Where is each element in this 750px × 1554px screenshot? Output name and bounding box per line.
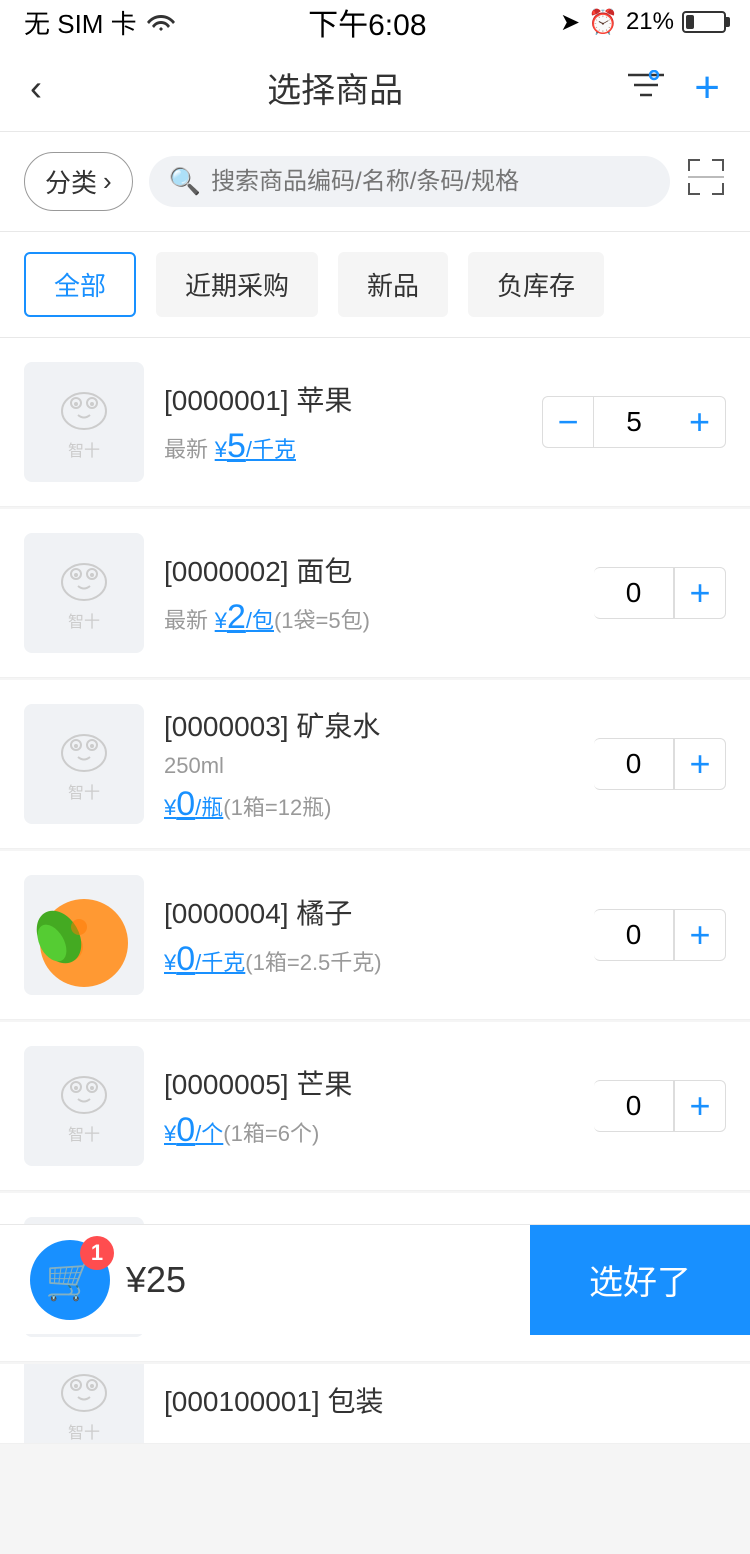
product-info-0000004: [0000004] 橘子 ¥0/千克(1箱=2.5千克) [164,892,574,979]
decrease-button[interactable]: − [542,396,594,448]
product-info-0000003: [0000003] 矿泉水 250ml ¥0/瓶(1箱=12瓶) [164,705,574,824]
search-icon: 🔍 [169,166,201,197]
list-item: [0000004] 橘子 ¥0/千克(1箱=2.5千克) + [0,851,750,1020]
nav-bar: ‹ 选择商品 + [0,44,750,132]
product-spec: 250ml [164,753,574,779]
list-item: 智十 [0000002] 面包 最新 ¥2/包(1袋=5包) + [0,509,750,678]
search-input[interactable] [211,168,650,196]
quantity-control-0000003: + [594,738,726,790]
product-image-partial: 智十 [24,1364,144,1444]
scan-icon[interactable] [686,157,726,206]
increase-button[interactable]: + [674,396,726,448]
quantity-control-0000004: + [594,909,726,961]
cart-total: ¥25 [126,1259,186,1301]
filter-bar: 分类 › 🔍 [0,132,750,232]
back-button[interactable]: ‹ [30,67,42,109]
product-image-0000001: 智十 [24,362,144,482]
quantity-input[interactable] [594,396,674,448]
quantity-control-0000002: + [594,567,726,619]
status-time: 下午6:08 [308,0,426,44]
status-left: 无 SIM 卡 [24,4,175,41]
battery-percent: 21% [626,8,674,36]
page-title: 选择商品 [267,63,403,112]
quantity-input[interactable] [594,1080,674,1132]
product-info-0000005: [0000005] 芒果 ¥0/个(1箱=6个) [164,1063,574,1150]
list-item: 智十 [000100001] 包装 [0,1364,750,1444]
category-label: 分类 [45,163,97,200]
nav-actions: + [628,66,720,110]
quantity-input[interactable] [594,738,674,790]
product-price: 最新 ¥5/千克 [164,427,522,466]
quantity-control-0000001: − + [542,396,726,448]
list-item: 智十 [0000003] 矿泉水 250ml ¥0/瓶(1箱=12瓶) + [0,680,750,849]
product-info-partial: [000100001] 包装 [164,1380,726,1428]
product-price: 最新 ¥2/包(1袋=5包) [164,598,574,637]
carrier-text: 无 SIM 卡 [24,4,137,41]
confirm-button[interactable]: 选好了 [530,1225,750,1335]
list-item: 智十 [0000001] 苹果 最新 ¥5/千克 − + [0,338,750,507]
product-name: [0000004] 橘子 [164,892,574,932]
bottom-bar: 🛒 1 ¥25 选好了 [0,1224,750,1334]
quantity-control-0000005: + [594,1080,726,1132]
increase-button[interactable]: + [674,1080,726,1132]
product-info-0000002: [0000002] 面包 最新 ¥2/包(1袋=5包) [164,550,574,637]
filter-icon[interactable] [628,67,664,109]
location-icon: ➤ [560,8,580,37]
alarm-icon: ⏰ [588,8,618,37]
increase-button[interactable]: + [674,567,726,619]
status-bar: 无 SIM 卡 下午6:08 ➤ ⏰ 21% [0,0,750,44]
tab-recent[interactable]: 近期采购 [156,252,318,317]
add-button[interactable]: + [694,66,720,110]
category-button[interactable]: 分类 › [24,152,133,211]
product-info-0000001: [0000001] 苹果 最新 ¥5/千克 [164,379,522,466]
quantity-input[interactable] [594,567,674,619]
product-price: ¥0/瓶(1箱=12瓶) [164,785,574,824]
list-item: 智十 [0000005] 芒果 ¥0/个(1箱=6个) + [0,1022,750,1191]
status-right: ➤ ⏰ 21% [560,8,726,37]
product-image-0000002: 智十 [24,533,144,653]
product-name: [0000005] 芒果 [164,1063,574,1103]
tab-negative[interactable]: 负库存 [468,252,604,317]
search-box: 🔍 [149,156,670,207]
product-price: ¥0/个(1箱=6个) [164,1111,574,1150]
wifi-icon [147,7,175,38]
tab-new[interactable]: 新品 [338,252,448,317]
product-name: [0000001] 苹果 [164,379,522,419]
tab-bar: 全部 近期采购 新品 负库存 [0,232,750,338]
cart-icon-button[interactable]: 🛒 1 [30,1240,110,1320]
product-image-0000004 [24,875,144,995]
cart-badge: 1 [80,1236,114,1270]
tab-all[interactable]: 全部 [24,252,136,317]
battery-icon [682,11,726,33]
product-name: [0000002] 面包 [164,550,574,590]
increase-button[interactable]: + [674,738,726,790]
category-arrow: › [103,166,112,197]
increase-button[interactable]: + [674,909,726,961]
product-name: [0000003] 矿泉水 [164,705,574,745]
product-name: [000100001] 包装 [164,1380,726,1420]
quantity-input[interactable] [594,909,674,961]
product-image-0000003: 智十 [24,704,144,824]
product-image-0000005: 智十 [24,1046,144,1166]
cart-section: 🛒 1 ¥25 [0,1240,530,1320]
product-price: ¥0/千克(1箱=2.5千克) [164,940,574,979]
